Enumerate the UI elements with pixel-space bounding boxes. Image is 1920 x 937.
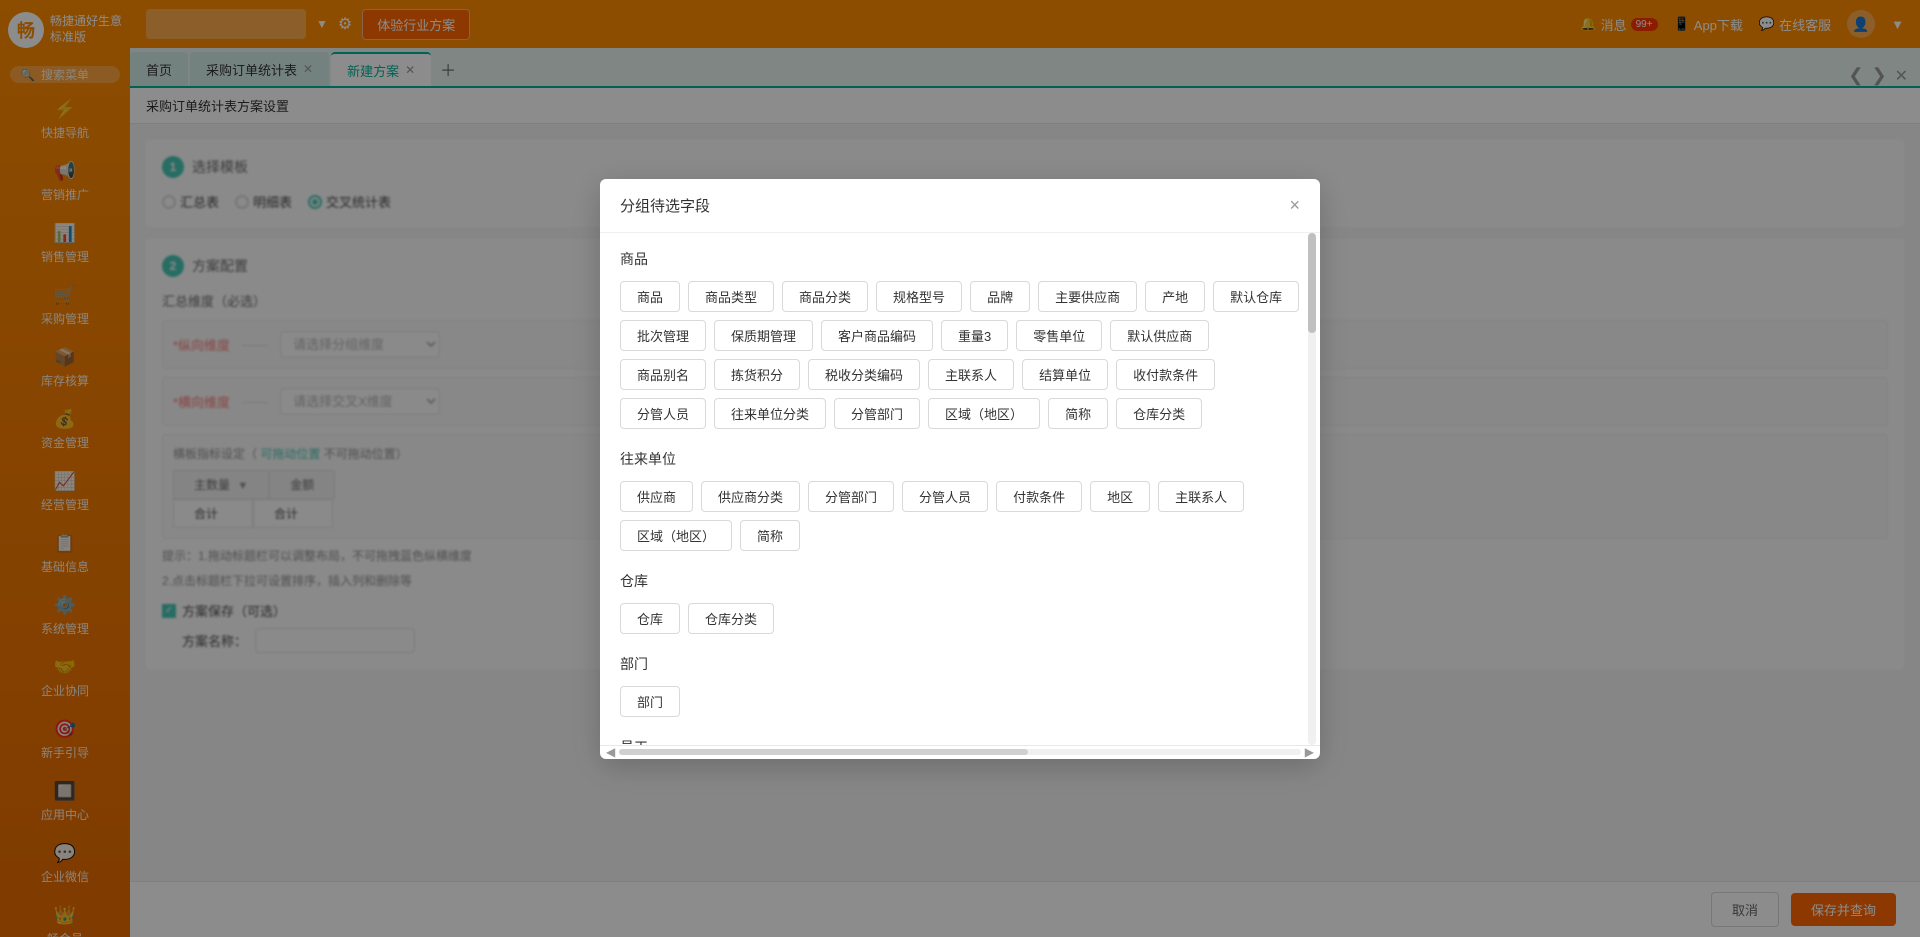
field-chip-warehouse-cat[interactable]: 仓库分类 xyxy=(688,603,774,634)
modal-section-warehouse: 仓库 仓库 仓库分类 xyxy=(620,571,1300,634)
modal-header: 分组待选字段 × xyxy=(600,179,1320,233)
field-chip-default-warehouse[interactable]: 默认仓库 xyxy=(1213,281,1299,312)
field-chip-manager[interactable]: 分管人员 xyxy=(620,398,706,429)
field-chip-brand[interactable]: 品牌 xyxy=(970,281,1030,312)
field-chip-payment-cond[interactable]: 付款条件 xyxy=(996,481,1082,512)
modal-dialog: 分组待选字段 × 商品 商品 商品类型 商品分类 规格型号 品牌 主要供应商 产… xyxy=(600,179,1320,759)
modal-section-employee: 员工 业务员 xyxy=(620,737,1300,745)
field-chip-warehouse[interactable]: 仓库 xyxy=(620,603,680,634)
field-chip-supplier[interactable]: 供应商 xyxy=(620,481,693,512)
product-section-title: 商品 xyxy=(620,249,1300,269)
field-chip-tax-code[interactable]: 税收分类编码 xyxy=(808,359,920,390)
modal-title: 分组待选字段 xyxy=(620,195,710,216)
field-chip-region2[interactable]: 地区 xyxy=(1090,481,1150,512)
field-chip-settlement-unit[interactable]: 结算单位 xyxy=(1022,359,1108,390)
field-chip-payment-terms[interactable]: 收付款条件 xyxy=(1116,359,1215,390)
hscroll-right-btn[interactable]: ▶ xyxy=(1305,745,1314,759)
modal-section-product: 商品 商品 商品类型 商品分类 规格型号 品牌 主要供应商 产地 默认仓库 批次… xyxy=(620,249,1300,429)
field-chip-abbr2[interactable]: 简称 xyxy=(740,520,800,551)
modal-hscroll: ◀ ▶ xyxy=(600,745,1320,759)
counterparty-field-grid: 供应商 供应商分类 分管部门 分管人员 付款条件 地区 主联系人 区域（地区） … xyxy=(620,481,1300,551)
hscroll-track[interactable] xyxy=(619,749,1301,755)
field-chip-retail-unit[interactable]: 零售单位 xyxy=(1016,320,1102,351)
modal-close-button[interactable]: × xyxy=(1289,195,1300,216)
field-chip-region3[interactable]: 区域（地区） xyxy=(620,520,732,551)
field-chip-region[interactable]: 区域（地区） xyxy=(928,398,1040,429)
field-chip-source-unit-category[interactable]: 往来单位分类 xyxy=(714,398,826,429)
field-chip-weight3[interactable]: 重量3 xyxy=(941,320,1008,351)
field-chip-dept-manager[interactable]: 分管部门 xyxy=(834,398,920,429)
field-chip-warehouse-category[interactable]: 仓库分类 xyxy=(1116,398,1202,429)
field-chip-main-supplier[interactable]: 主要供应商 xyxy=(1038,281,1137,312)
field-chip-stocking-points[interactable]: 拣货积分 xyxy=(714,359,800,390)
product-field-grid: 商品 商品类型 商品分类 规格型号 品牌 主要供应商 产地 默认仓库 批次管理 … xyxy=(620,281,1300,429)
warehouse-section-title: 仓库 xyxy=(620,571,1300,591)
dept-section-title: 部门 xyxy=(620,654,1300,674)
modal-section-dept: 部门 部门 xyxy=(620,654,1300,717)
field-chip-product[interactable]: 商品 xyxy=(620,281,680,312)
dept-field-grid: 部门 xyxy=(620,686,1300,717)
modal-overlay: 分组待选字段 × 商品 商品 商品类型 商品分类 规格型号 品牌 主要供应商 产… xyxy=(0,0,1920,937)
field-chip-spec-type[interactable]: 规格型号 xyxy=(876,281,962,312)
field-chip-main-contact2[interactable]: 主联系人 xyxy=(1158,481,1244,512)
field-chip-dept2[interactable]: 分管部门 xyxy=(808,481,894,512)
field-chip-manager2[interactable]: 分管人员 xyxy=(902,481,988,512)
field-chip-product-type[interactable]: 商品类型 xyxy=(688,281,774,312)
field-chip-customer-code[interactable]: 客户商品编码 xyxy=(821,320,933,351)
field-chip-batch-mgmt[interactable]: 批次管理 xyxy=(620,320,706,351)
hscroll-thumb xyxy=(619,749,1028,755)
field-chip-origin[interactable]: 产地 xyxy=(1145,281,1205,312)
modal-body[interactable]: 商品 商品 商品类型 商品分类 规格型号 品牌 主要供应商 产地 默认仓库 批次… xyxy=(600,233,1320,745)
warehouse-field-grid: 仓库 仓库分类 xyxy=(620,603,1300,634)
employee-section-title: 员工 xyxy=(620,737,1300,745)
field-chip-supplier-category[interactable]: 供应商分类 xyxy=(701,481,800,512)
hscroll-left-btn[interactable]: ◀ xyxy=(606,745,615,759)
field-chip-dept[interactable]: 部门 xyxy=(620,686,680,717)
counterparty-section-title: 往来单位 xyxy=(620,449,1300,469)
field-chip-abbr[interactable]: 简称 xyxy=(1048,398,1108,429)
field-chip-default-supplier[interactable]: 默认供应商 xyxy=(1110,320,1209,351)
field-chip-product-alias[interactable]: 商品别名 xyxy=(620,359,706,390)
modal-scrollbar-track[interactable] xyxy=(1308,233,1316,745)
field-chip-product-category[interactable]: 商品分类 xyxy=(782,281,868,312)
modal-scrollbar-thumb xyxy=(1308,233,1316,333)
field-chip-main-contact[interactable]: 主联系人 xyxy=(928,359,1014,390)
field-chip-expiry-mgmt[interactable]: 保质期管理 xyxy=(714,320,813,351)
modal-section-counterparty: 往来单位 供应商 供应商分类 分管部门 分管人员 付款条件 地区 主联系人 区域… xyxy=(620,449,1300,551)
